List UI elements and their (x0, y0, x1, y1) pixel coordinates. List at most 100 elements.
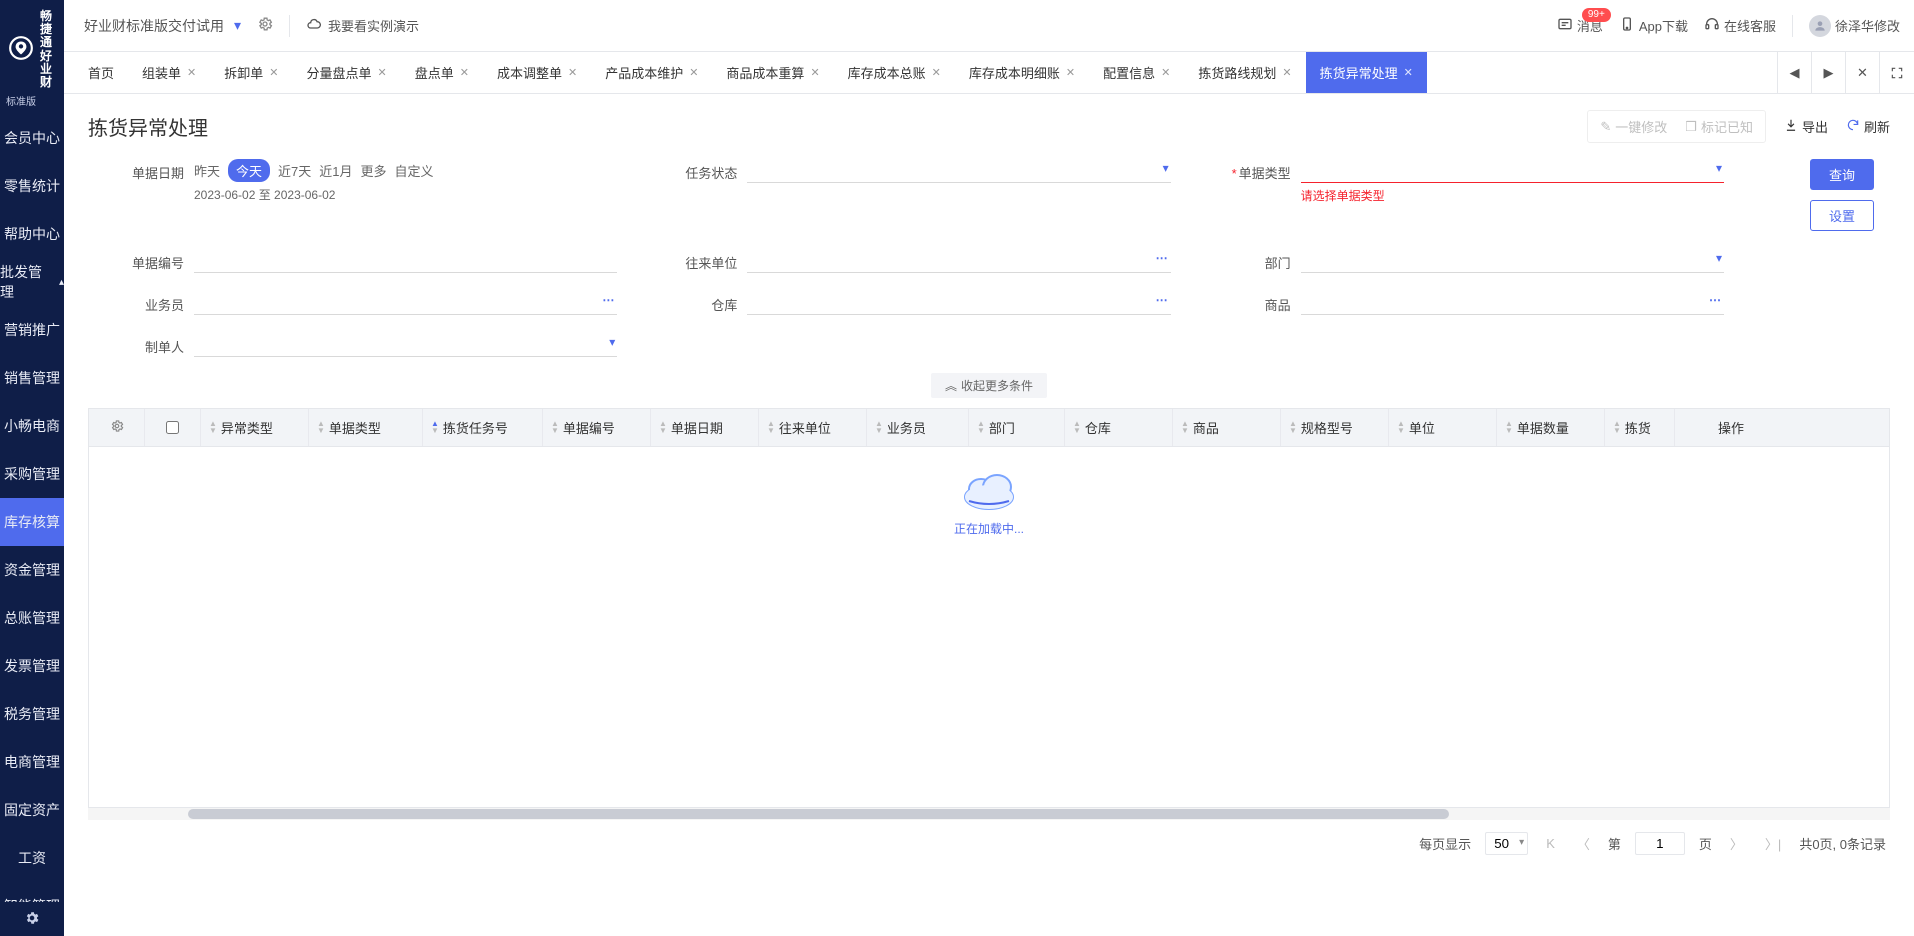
close-icon[interactable]: ✕ (568, 66, 577, 79)
sort-icon[interactable]: ▲▼ (659, 421, 667, 434)
demo-link[interactable]: 我要看实例演示 (306, 16, 419, 35)
sort-icon[interactable]: ▲▼ (1613, 421, 1621, 434)
tab-6[interactable]: 产品成本维护✕ (591, 52, 712, 93)
tab-9[interactable]: 库存成本明细账✕ (955, 52, 1089, 93)
tab-4[interactable]: 盘点单✕ (401, 52, 483, 93)
sidebar-item-4[interactable]: 营销推广 (0, 306, 64, 354)
tab-0[interactable]: 首页 (74, 52, 128, 93)
tab-next[interactable]: ▶ (1812, 52, 1846, 93)
appdl-button[interactable]: App下载 (1619, 16, 1688, 35)
table-scrollbar[interactable] (88, 808, 1890, 820)
refresh-action[interactable]: 刷新 (1846, 117, 1890, 136)
sidebar-item-7[interactable]: 采购管理 (0, 450, 64, 498)
pager-first[interactable]: K (1542, 836, 1559, 851)
tab-11[interactable]: 拣货路线规划✕ (1184, 52, 1305, 93)
date-more[interactable]: 更多 (361, 161, 387, 180)
sort-icon[interactable]: ▲▼ (431, 421, 439, 434)
column-header-10[interactable]: ▲▼仓库 (1065, 409, 1173, 446)
close-icon[interactable]: ✕ (810, 66, 819, 79)
sort-icon[interactable]: ▲▼ (1289, 421, 1297, 434)
support-button[interactable]: 在线客服 (1704, 16, 1776, 35)
sidebar-item-10[interactable]: 总账管理 (0, 594, 64, 642)
sort-icon[interactable]: ▲▼ (1397, 421, 1405, 434)
close-icon[interactable]: ✕ (1282, 66, 1291, 79)
pager-last[interactable]: 〉| (1761, 834, 1785, 853)
export-action[interactable]: 导出 (1784, 117, 1828, 136)
tab-1[interactable]: 组装单✕ (128, 52, 210, 93)
task-status-input[interactable] (747, 159, 1170, 183)
product-settings[interactable] (257, 16, 273, 35)
close-icon[interactable]: ✕ (269, 66, 278, 79)
close-icon[interactable]: ✕ (689, 66, 698, 79)
close-icon[interactable]: ✕ (1066, 66, 1075, 79)
close-icon[interactable]: ✕ (187, 66, 196, 79)
staff-input[interactable] (194, 291, 617, 315)
sort-icon[interactable]: ▲▼ (875, 421, 883, 434)
tab-10[interactable]: 配置信息✕ (1089, 52, 1184, 93)
close-icon[interactable]: ✕ (460, 66, 469, 79)
gear-icon[interactable] (110, 419, 124, 436)
column-header-13[interactable]: ▲▼单位 (1389, 409, 1497, 446)
sidebar-item-11[interactable]: 发票管理 (0, 642, 64, 690)
pager-prev[interactable]: 〈 (1573, 834, 1594, 853)
sort-icon[interactable]: ▲▼ (977, 421, 985, 434)
tab-7[interactable]: 商品成本重算✕ (712, 52, 833, 93)
pager-next[interactable]: 〉 (1726, 834, 1747, 853)
column-header-4[interactable]: ▲▼拣货任务号 (423, 409, 543, 446)
column-header-14[interactable]: ▲▼单据数量 (1497, 409, 1605, 446)
sort-icon[interactable]: ▲▼ (551, 421, 559, 434)
sort-icon[interactable]: ▲▼ (1505, 421, 1513, 434)
sort-icon[interactable]: ▲▼ (1181, 421, 1189, 434)
per-page-select[interactable]: 50 (1485, 832, 1528, 855)
date-last7[interactable]: 近7天 (278, 161, 311, 180)
column-header-2[interactable]: ▲▼异常类型 (201, 409, 309, 446)
close-icon[interactable]: ✕ (1404, 66, 1413, 79)
sidebar-item-15[interactable]: 工资 (0, 834, 64, 882)
sidebar-item-6[interactable]: 小畅电商 (0, 402, 64, 450)
sidebar-item-2[interactable]: 帮助中心 (0, 210, 64, 258)
close-icon[interactable]: ✕ (932, 66, 941, 79)
column-header-11[interactable]: ▲▼商品 (1173, 409, 1281, 446)
sort-icon[interactable]: ▲▼ (1073, 421, 1081, 434)
tab-3[interactable]: 分量盘点单✕ (292, 52, 400, 93)
chevron-down-icon[interactable]: ▾ (1716, 251, 1722, 265)
chevron-down-icon[interactable]: ▾ (1716, 161, 1722, 175)
tab-prev[interactable]: ◀ (1778, 52, 1812, 93)
warehouse-input[interactable] (747, 291, 1170, 315)
messages-button[interactable]: 消息 99+ (1557, 16, 1603, 35)
product-input[interactable] (1301, 291, 1724, 315)
dept-input[interactable] (1301, 249, 1724, 273)
more-icon[interactable]: ⋯ (1156, 251, 1169, 265)
tab-close-all[interactable]: ✕ (1846, 52, 1880, 93)
column-header-15[interactable]: ▲▼拣货 (1605, 409, 1675, 446)
close-icon[interactable]: ✕ (378, 66, 387, 79)
more-icon[interactable]: ⋯ (1709, 293, 1722, 307)
date-last1m[interactable]: 近1月 (319, 161, 352, 180)
more-icon[interactable]: ⋯ (1156, 293, 1169, 307)
column-header-6[interactable]: ▲▼单据日期 (651, 409, 759, 446)
column-header-16[interactable]: 操作 (1675, 409, 1787, 446)
date-custom[interactable]: 自定义 (395, 161, 434, 180)
pager-page-input[interactable] (1635, 832, 1685, 855)
sidebar-item-12[interactable]: 税务管理 (0, 690, 64, 738)
sidebar-item-0[interactable]: 会员中心 (0, 114, 64, 162)
column-header-5[interactable]: ▲▼单据编号 (543, 409, 651, 446)
sort-icon[interactable]: ▲▼ (209, 421, 217, 434)
tab-8[interactable]: 库存成本总账✕ (834, 52, 955, 93)
sidebar-settings[interactable] (0, 902, 64, 936)
tab-fullscreen[interactable] (1880, 52, 1914, 93)
sidebar-item-14[interactable]: 固定资产 (0, 786, 64, 834)
collapse-filters[interactable]: ︽ 收起更多条件 (931, 373, 1047, 398)
close-icon[interactable]: ✕ (1161, 66, 1170, 79)
sidebar-item-16[interactable]: 智能管理 (0, 882, 64, 902)
sidebar-item-13[interactable]: 电商管理 (0, 738, 64, 786)
settings-button[interactable]: 设置 (1810, 200, 1874, 231)
bill-no-input[interactable] (194, 249, 617, 273)
chevron-down-icon[interactable]: ▾ (1163, 161, 1169, 175)
bill-type-input[interactable] (1301, 159, 1724, 183)
sidebar-item-8[interactable]: 库存核算 (0, 498, 64, 546)
column-header-7[interactable]: ▲▼往来单位 (759, 409, 867, 446)
sidebar-item-3[interactable]: 批发管理▴ (0, 258, 64, 306)
column-header-8[interactable]: ▲▼业务员 (867, 409, 969, 446)
query-button[interactable]: 查询 (1810, 159, 1874, 190)
